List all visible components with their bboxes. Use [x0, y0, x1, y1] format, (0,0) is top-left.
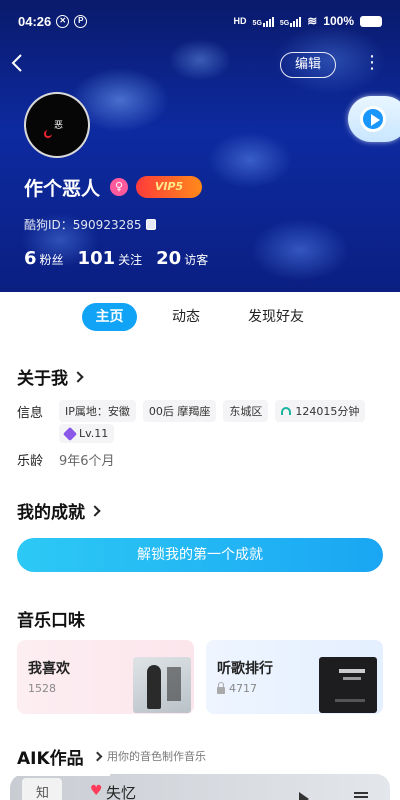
- signal-icon: 5G: [253, 16, 274, 27]
- card-count-text: 4717: [229, 682, 257, 695]
- unlock-achievement-button[interactable]: 解锁我的第一个成就: [17, 538, 383, 572]
- age-label: 乐龄: [17, 454, 44, 469]
- listening-rank-card[interactable]: 听歌排行 4717: [206, 640, 383, 714]
- avatar[interactable]: 恶: [24, 92, 90, 158]
- aik-title: AIK作品: [17, 749, 84, 769]
- about-age-row: 乐龄 9年6个月: [17, 450, 115, 469]
- achievements-title: 我的成就: [17, 503, 85, 523]
- tab-find-friends[interactable]: 发现好友: [236, 303, 316, 331]
- vip-badge[interactable]: VIP5: [136, 176, 202, 198]
- play-icon[interactable]: [299, 792, 309, 800]
- stat-label: 粉丝: [39, 253, 64, 267]
- stat-label: 访客: [184, 253, 209, 267]
- about-section-title[interactable]: 关于我: [17, 364, 84, 389]
- user-id-text: 酷狗ID：590923285: [24, 218, 142, 232]
- player-thumbnail[interactable]: 知: [22, 778, 62, 800]
- about-info-row: 信息 IP属地：安徽 00后 摩羯座 东城区 124015分钟: [17, 400, 372, 422]
- listening-time-chip: 124015分钟: [275, 400, 366, 422]
- liked-cover-art: [133, 657, 191, 713]
- stat-value: 101: [77, 248, 116, 269]
- age-zodiac-chip: 00后 摩羯座: [142, 400, 217, 422]
- play-disc-icon: [360, 106, 386, 132]
- card-count: 4717: [217, 681, 257, 695]
- battery-icon: [360, 15, 382, 27]
- heart-icon[interactable]: ♥: [90, 783, 103, 799]
- player-progress: [10, 774, 110, 776]
- district-chip: 东城区: [223, 400, 269, 422]
- profile-tabs: 主页 动态 发现好友: [0, 300, 400, 334]
- notification-icon-2: P: [74, 14, 88, 28]
- playlist-icon[interactable]: [354, 792, 368, 794]
- stat-value: 6: [24, 248, 37, 269]
- liked-songs-card[interactable]: 我喜欢 1528: [17, 640, 194, 714]
- user-id: 酷狗ID：590923285: [24, 216, 156, 233]
- level-text: Lv.11: [79, 427, 109, 440]
- edit-button[interactable]: 编辑: [280, 52, 336, 78]
- mini-player[interactable]: 知 ♥ 失忆: [10, 774, 390, 800]
- age-value: 9年6个月: [59, 454, 115, 469]
- avatar-glyph: 恶: [54, 121, 64, 131]
- chevron-right-icon: [89, 504, 101, 517]
- player-song-title: 失忆: [106, 784, 137, 800]
- signal-icon-2: 5G: [280, 16, 302, 27]
- tab-home[interactable]: 主页: [82, 303, 137, 331]
- tab-activity[interactable]: 动态: [160, 303, 212, 331]
- hd-icon: HD: [233, 16, 247, 26]
- music-taste-title: 音乐口味: [17, 606, 85, 631]
- headphone-icon: [281, 407, 292, 415]
- ip-chip: IP属地：安徽: [59, 400, 136, 422]
- gender-female-icon: ♀: [110, 178, 128, 196]
- user-name: 作个恶人: [24, 178, 101, 200]
- info-label: 信息: [17, 405, 44, 421]
- card-title: 我喜欢: [28, 661, 70, 677]
- stat-label: 关注: [118, 253, 143, 267]
- stat-following[interactable]: 101 关注: [78, 248, 143, 269]
- back-button[interactable]: [10, 52, 30, 76]
- about-title: 关于我: [17, 369, 68, 389]
- battery-percent: 100%: [323, 14, 354, 28]
- aik-subtitle: 用你的音色制作音乐: [107, 750, 206, 763]
- card-title: 听歌排行: [217, 661, 273, 677]
- avatar-mark: [44, 130, 52, 138]
- profile-header: 04:26 ✕ P HD 5G 5G ≋ 100% 编辑 ⋮ 恶 作个恶人 ♀ …: [0, 0, 400, 292]
- level-icon: [62, 426, 78, 441]
- stat-value: 20: [156, 248, 182, 269]
- status-time: 04:26: [18, 13, 52, 29]
- copy-icon[interactable]: [145, 219, 156, 230]
- about-level-row: Lv.11: [59, 424, 121, 443]
- stat-fans[interactable]: 6 粉丝: [24, 248, 64, 269]
- listening-time-text: 124015分钟: [295, 405, 360, 418]
- notification-icon: ✕: [56, 14, 70, 28]
- music-taste-title-text: 音乐口味: [17, 611, 85, 631]
- achievements-section-title[interactable]: 我的成就: [17, 498, 101, 523]
- lock-icon: [217, 681, 225, 694]
- stat-visitors[interactable]: 20 访客: [156, 248, 208, 269]
- chevron-right-icon: [92, 751, 103, 761]
- chevron-right-icon: [72, 370, 84, 383]
- level-chip[interactable]: Lv.11: [59, 424, 115, 443]
- card-count: 1528: [28, 682, 56, 695]
- wifi-icon: ≋: [307, 14, 318, 28]
- status-bar: 04:26 ✕ P HD 5G 5G ≋ 100%: [0, 0, 400, 42]
- now-playing-button[interactable]: [348, 96, 400, 142]
- rank-cover-art: [319, 657, 377, 713]
- more-options-icon[interactable]: ⋮: [362, 52, 382, 78]
- aik-link[interactable]: 用你的音色制作音乐: [92, 748, 206, 764]
- chevron-left-icon: [11, 54, 22, 72]
- profile-stats: 6 粉丝 101 关注 20 访客: [24, 248, 208, 269]
- card-count-text: 1528: [28, 682, 56, 695]
